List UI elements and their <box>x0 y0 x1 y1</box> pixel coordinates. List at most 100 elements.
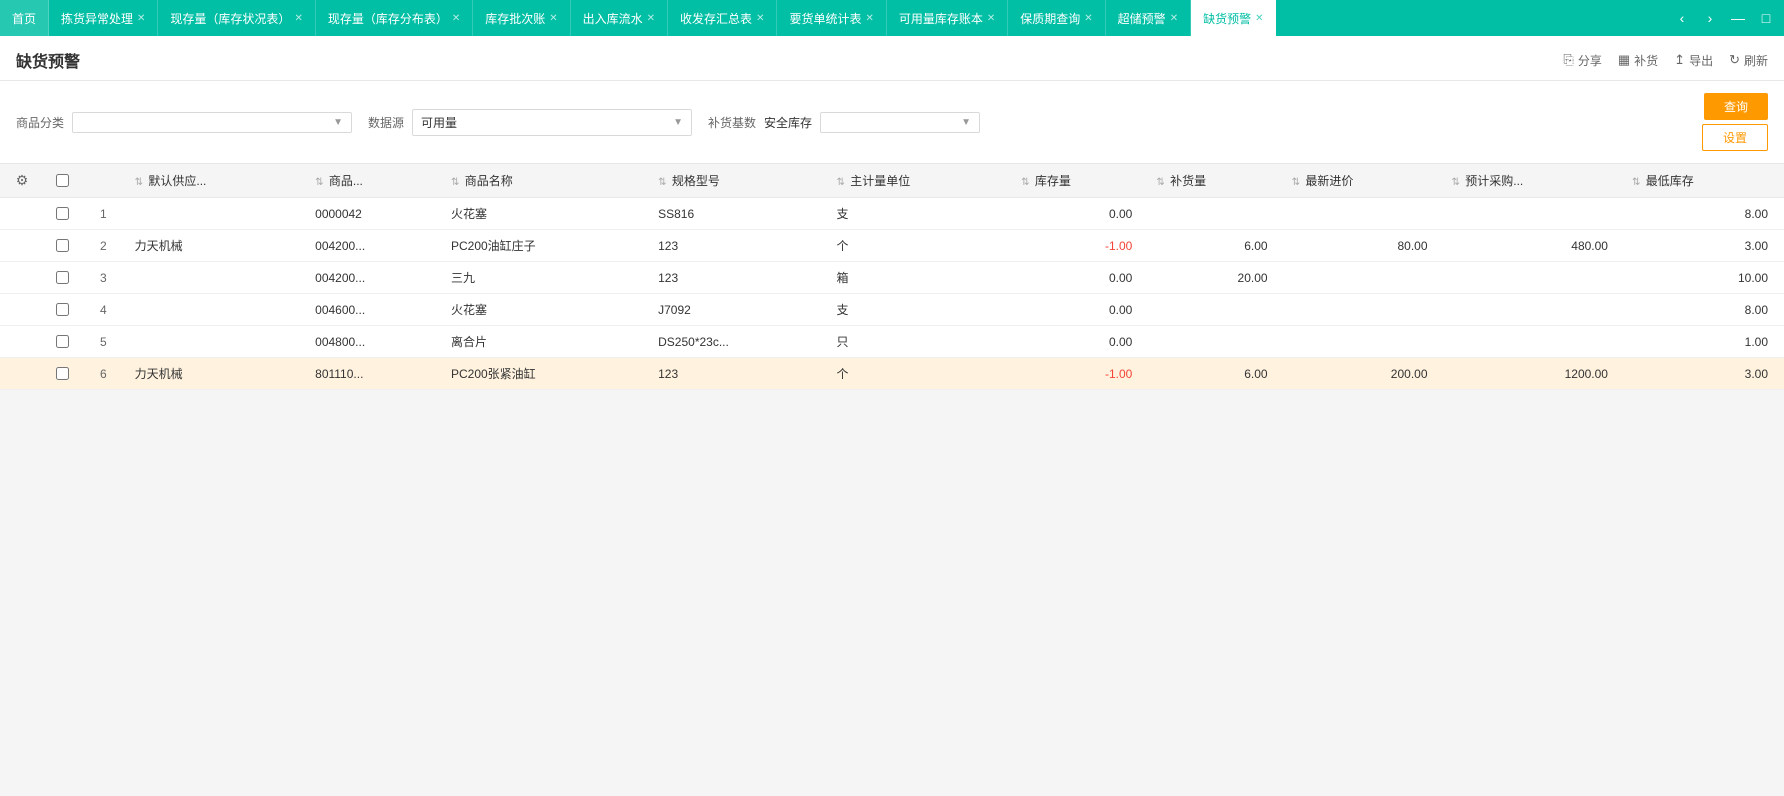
nav-tab-home[interactable]: 首页 <box>0 0 49 36</box>
nav-tab-3-label: 现存量（库存分布表） <box>328 10 448 27</box>
share-icon: ⎘ <box>1563 52 1573 68</box>
row-goods-code-5: 801110... <box>307 358 443 390</box>
nav-tab-11-label: 缺货预警 <box>1203 10 1251 27</box>
row-est-purchase-5: 1200.00 <box>1444 358 1624 390</box>
row-replenish-0 <box>1148 198 1283 230</box>
row-latest-price-3 <box>1284 294 1444 326</box>
row-checkbox-0[interactable] <box>56 207 69 220</box>
export-button[interactable]: ↥ 导出 <box>1674 52 1713 69</box>
nav-maximize-button[interactable]: □ <box>1752 0 1780 36</box>
row-checkbox-2[interactable] <box>56 271 69 284</box>
nav-next-button[interactable]: › <box>1696 0 1724 36</box>
query-button[interactable]: 查询 <box>1704 93 1768 120</box>
th-supplier[interactable]: ⇅ 默认供应... <box>127 164 307 198</box>
nav-tab-6[interactable]: 收发存汇总表 ✕ <box>668 0 777 36</box>
th-estimated-purchase[interactable]: ⇅ 预计采购... <box>1444 164 1624 198</box>
row-goods-name-0: 火花塞 <box>443 198 650 230</box>
nav-tab-10[interactable]: 超储预警 ✕ <box>1106 0 1191 36</box>
row-check-cell <box>44 326 80 358</box>
nav-tab-4-close[interactable]: ✕ <box>549 13 557 24</box>
filter-bar: 商品分类 ▼ 数据源 可用量 ▼ 补货基数 安全库存 ▼ <box>0 81 1784 163</box>
row-min-stock-2: 10.00 <box>1624 262 1784 294</box>
nav-tab-3-close[interactable]: ✕ <box>452 13 460 24</box>
table-row: 5 004800... 离合片 DS250*23c... 只 0.00 1.00 <box>0 326 1784 358</box>
replenish-button[interactable]: ▦ 补货 <box>1618 52 1658 69</box>
refresh-button[interactable]: ↻ 刷新 <box>1729 52 1768 69</box>
data-table: ⚙ ⇅ 默认供应... ⇅ 商品... <box>0 163 1784 390</box>
th-min-stock-label: 最低库存 <box>1646 174 1694 188</box>
row-goods-name-3: 火花塞 <box>443 294 650 326</box>
header-checkbox[interactable] <box>56 174 69 187</box>
nav-tab-7[interactable]: 要货单统计表 ✕ <box>777 0 886 36</box>
nav-prev-button[interactable]: ‹ <box>1668 0 1696 36</box>
th-replenish-label: 补货量 <box>1170 174 1206 188</box>
nav-tab-6-close[interactable]: ✕ <box>756 13 764 24</box>
row-checkbox-5[interactable] <box>56 367 69 380</box>
nav-tab-2-close[interactable]: ✕ <box>294 13 302 24</box>
nav-tab-2-label: 现存量（库存状况表） <box>170 10 290 27</box>
th-replenish[interactable]: ⇅ 补货量 <box>1148 164 1283 198</box>
nav-tab-1-close[interactable]: ✕ <box>137 13 145 24</box>
th-stock[interactable]: ⇅ 库存量 <box>1013 164 1148 198</box>
row-check-cell <box>44 294 80 326</box>
row-checkbox-4[interactable] <box>56 335 69 348</box>
row-supplier-5: 力天机械 <box>127 358 307 390</box>
gear-settings-icon[interactable]: ⚙ <box>8 172 36 189</box>
category-filter-group: 商品分类 ▼ <box>16 112 352 133</box>
nav-tab-6-label: 收发存汇总表 <box>680 10 752 27</box>
share-button[interactable]: ⎘ 分享 <box>1563 52 1601 69</box>
nav-tab-5-close[interactable]: ✕ <box>647 13 655 24</box>
th-spec[interactable]: ⇅ 规格型号 <box>650 164 828 198</box>
row-latest-price-1: 80.00 <box>1284 230 1444 262</box>
row-unit-0: 支 <box>829 198 1014 230</box>
nav-tab-9[interactable]: 保质期查询 ✕ <box>1008 0 1105 36</box>
settings-button[interactable]: 设置 <box>1702 124 1768 151</box>
th-goods-code[interactable]: ⇅ 商品... <box>307 164 443 198</box>
row-goods-name-4: 离合片 <box>443 326 650 358</box>
row-est-purchase-1: 480.00 <box>1444 230 1624 262</box>
nav-tab-4[interactable]: 库存批次账 ✕ <box>473 0 570 36</box>
th-latest-price-label: 最新进价 <box>1305 174 1353 188</box>
row-supplier-2 <box>127 262 307 294</box>
row-spec-1: 123 <box>650 230 828 262</box>
nav-tab-10-close[interactable]: ✕ <box>1170 13 1178 24</box>
row-min-stock-5: 3.00 <box>1624 358 1784 390</box>
nav-tab-11[interactable]: 缺货预警 ✕ <box>1191 0 1276 36</box>
row-checkbox-1[interactable] <box>56 239 69 252</box>
row-checkbox-3[interactable] <box>56 303 69 316</box>
th-est-purchase-label: 预计采购... <box>1465 174 1523 188</box>
datasource-select[interactable]: 可用量 ▼ <box>412 109 692 136</box>
nav-tab-7-close[interactable]: ✕ <box>865 13 873 24</box>
table-body: 1 0000042 火花塞 SS816 支 0.00 8.00 2 力天机械 0… <box>0 198 1784 390</box>
nav-tab-11-close[interactable]: ✕ <box>1255 13 1263 24</box>
nav-tab-3[interactable]: 现存量（库存分布表） ✕ <box>316 0 473 36</box>
nav-tab-9-close[interactable]: ✕ <box>1084 13 1092 24</box>
category-select[interactable]: ▼ <box>72 112 352 133</box>
nav-tab-2[interactable]: 现存量（库存状况表） ✕ <box>158 0 315 36</box>
th-min-stock[interactable]: ⇅ 最低库存 <box>1624 164 1784 198</box>
th-goods-name[interactable]: ⇅ 商品名称 <box>443 164 650 198</box>
nav-tab-8[interactable]: 可用量库存账本 ✕ <box>887 0 1008 36</box>
row-gear-cell <box>0 326 44 358</box>
header-actions: ⎘ 分享 ▦ 补货 ↥ 导出 ↻ 刷新 <box>1563 52 1768 69</box>
export-label: 导出 <box>1689 52 1713 69</box>
nav-minimize-button[interactable]: — <box>1724 0 1752 36</box>
replenish-base-select[interactable]: ▼ <box>820 112 980 133</box>
row-est-purchase-0 <box>1444 198 1624 230</box>
th-unit[interactable]: ⇅ 主计量单位 <box>829 164 1014 198</box>
nav-tab-8-close[interactable]: ✕ <box>987 13 995 24</box>
replenish-icon: ▦ <box>1618 52 1630 68</box>
row-gear-cell <box>0 262 44 294</box>
nav-tab-5[interactable]: 出入库流水 ✕ <box>571 0 668 36</box>
row-goods-code-2: 004200... <box>307 262 443 294</box>
row-spec-2: 123 <box>650 262 828 294</box>
th-latest-price[interactable]: ⇅ 最新进价 <box>1284 164 1444 198</box>
row-gear-cell <box>0 230 44 262</box>
row-check-cell <box>44 198 80 230</box>
row-replenish-5: 6.00 <box>1148 358 1283 390</box>
sort-icon-stock: ⇅ <box>1021 177 1029 188</box>
nav-tab-1[interactable]: 拣货异常处理 ✕ <box>49 0 158 36</box>
page-header: 缺货预警 ⎘ 分享 ▦ 补货 ↥ 导出 ↻ 刷新 <box>0 36 1784 81</box>
row-spec-0: SS816 <box>650 198 828 230</box>
sort-icon-unit: ⇅ <box>837 177 845 188</box>
